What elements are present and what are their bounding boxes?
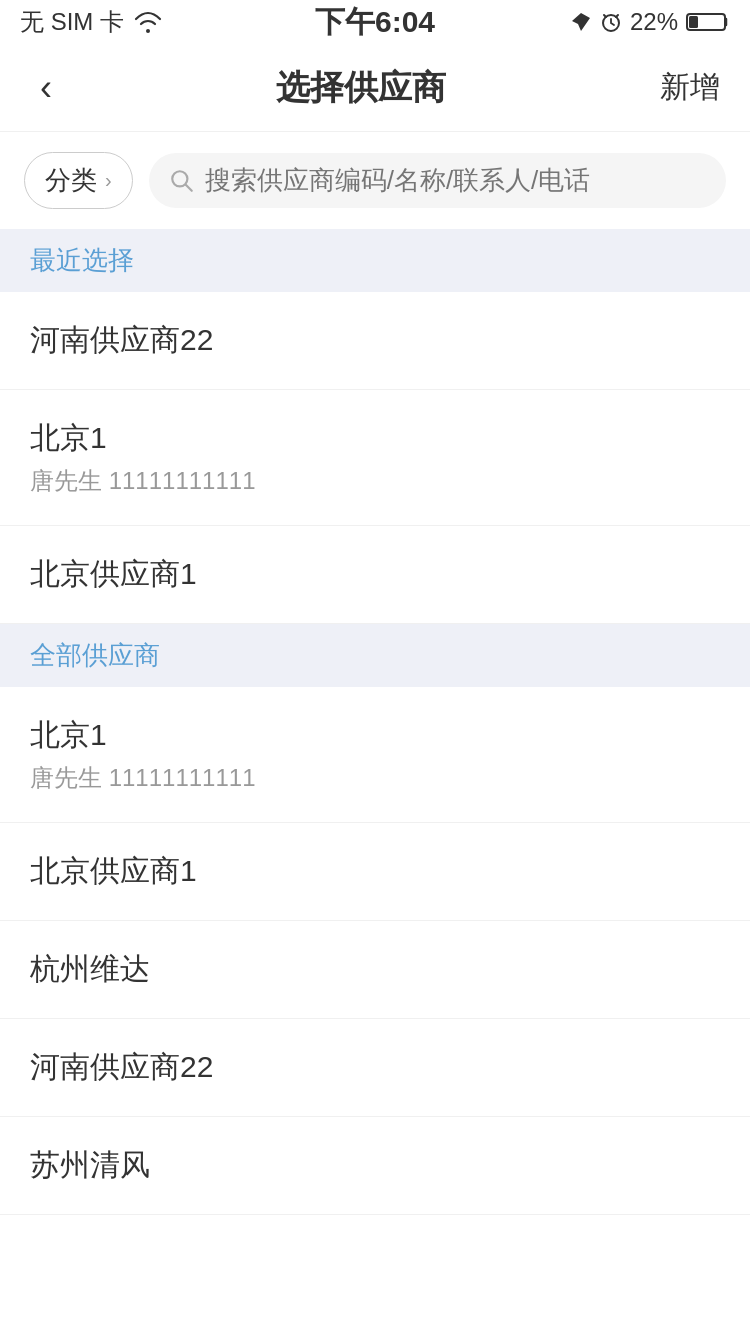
- add-button[interactable]: 新增: [660, 67, 720, 108]
- recent-list: 河南供应商22 北京1 唐先生 11111111111 北京供应商1: [0, 292, 750, 624]
- item-name: 北京供应商1: [30, 851, 720, 892]
- list-item[interactable]: 北京供应商1: [0, 526, 750, 624]
- all-section-header: 全部供应商: [0, 624, 750, 687]
- battery-text: 22%: [630, 8, 678, 36]
- alarm-icon: [600, 11, 622, 33]
- recent-section-header: 最近选择: [0, 229, 750, 292]
- item-name: 河南供应商22: [30, 1047, 720, 1088]
- battery-icon: [686, 11, 730, 33]
- search-input[interactable]: [205, 165, 706, 196]
- list-item[interactable]: 北京供应商1: [0, 823, 750, 921]
- list-item[interactable]: 河南供应商22: [0, 1019, 750, 1117]
- status-bar: 无 SIM 卡 下午6:04 22%: [0, 0, 750, 44]
- item-sub: 唐先生 11111111111: [30, 762, 720, 794]
- all-list: 北京1 唐先生 11111111111 北京供应商1 杭州维达河南供应商22 苏州清风: [0, 687, 750, 1215]
- chevron-right-icon: ›: [105, 169, 112, 192]
- category-button[interactable]: 分类 ›: [24, 152, 133, 209]
- status-time: 下午6:04: [315, 2, 435, 43]
- wifi-icon: [134, 11, 162, 33]
- category-label: 分类: [45, 163, 97, 198]
- item-name: 北京1: [30, 418, 720, 459]
- list-item[interactable]: 北京1 唐先生 11111111111: [0, 687, 750, 823]
- item-name: 北京供应商1: [30, 554, 720, 595]
- all-section-label: 全部供应商: [30, 640, 160, 670]
- item-name: 北京1: [30, 715, 720, 756]
- list-item[interactable]: 苏州清风: [0, 1117, 750, 1215]
- back-button[interactable]: ‹: [30, 57, 62, 119]
- location-icon: [570, 11, 592, 33]
- item-sub: 唐先生 11111111111: [30, 465, 720, 497]
- item-name: 杭州维达: [30, 949, 720, 990]
- status-right: 22%: [570, 8, 730, 36]
- item-name: 苏州清风: [30, 1145, 720, 1186]
- list-item[interactable]: 北京1 唐先生 11111111111: [0, 390, 750, 526]
- filter-bar: 分类 ›: [0, 132, 750, 229]
- page-title: 选择供应商: [276, 65, 446, 111]
- item-name: 河南供应商22: [30, 320, 720, 361]
- list-item[interactable]: 河南供应商22: [0, 292, 750, 390]
- svg-rect-2: [689, 16, 698, 28]
- status-left: 无 SIM 卡: [20, 6, 162, 38]
- nav-bar: ‹ 选择供应商 新增: [0, 44, 750, 132]
- recent-section-label: 最近选择: [30, 245, 134, 275]
- no-sim-text: 无 SIM 卡: [20, 6, 124, 38]
- search-box[interactable]: [149, 153, 726, 208]
- search-icon: [169, 168, 195, 194]
- list-item[interactable]: 杭州维达: [0, 921, 750, 1019]
